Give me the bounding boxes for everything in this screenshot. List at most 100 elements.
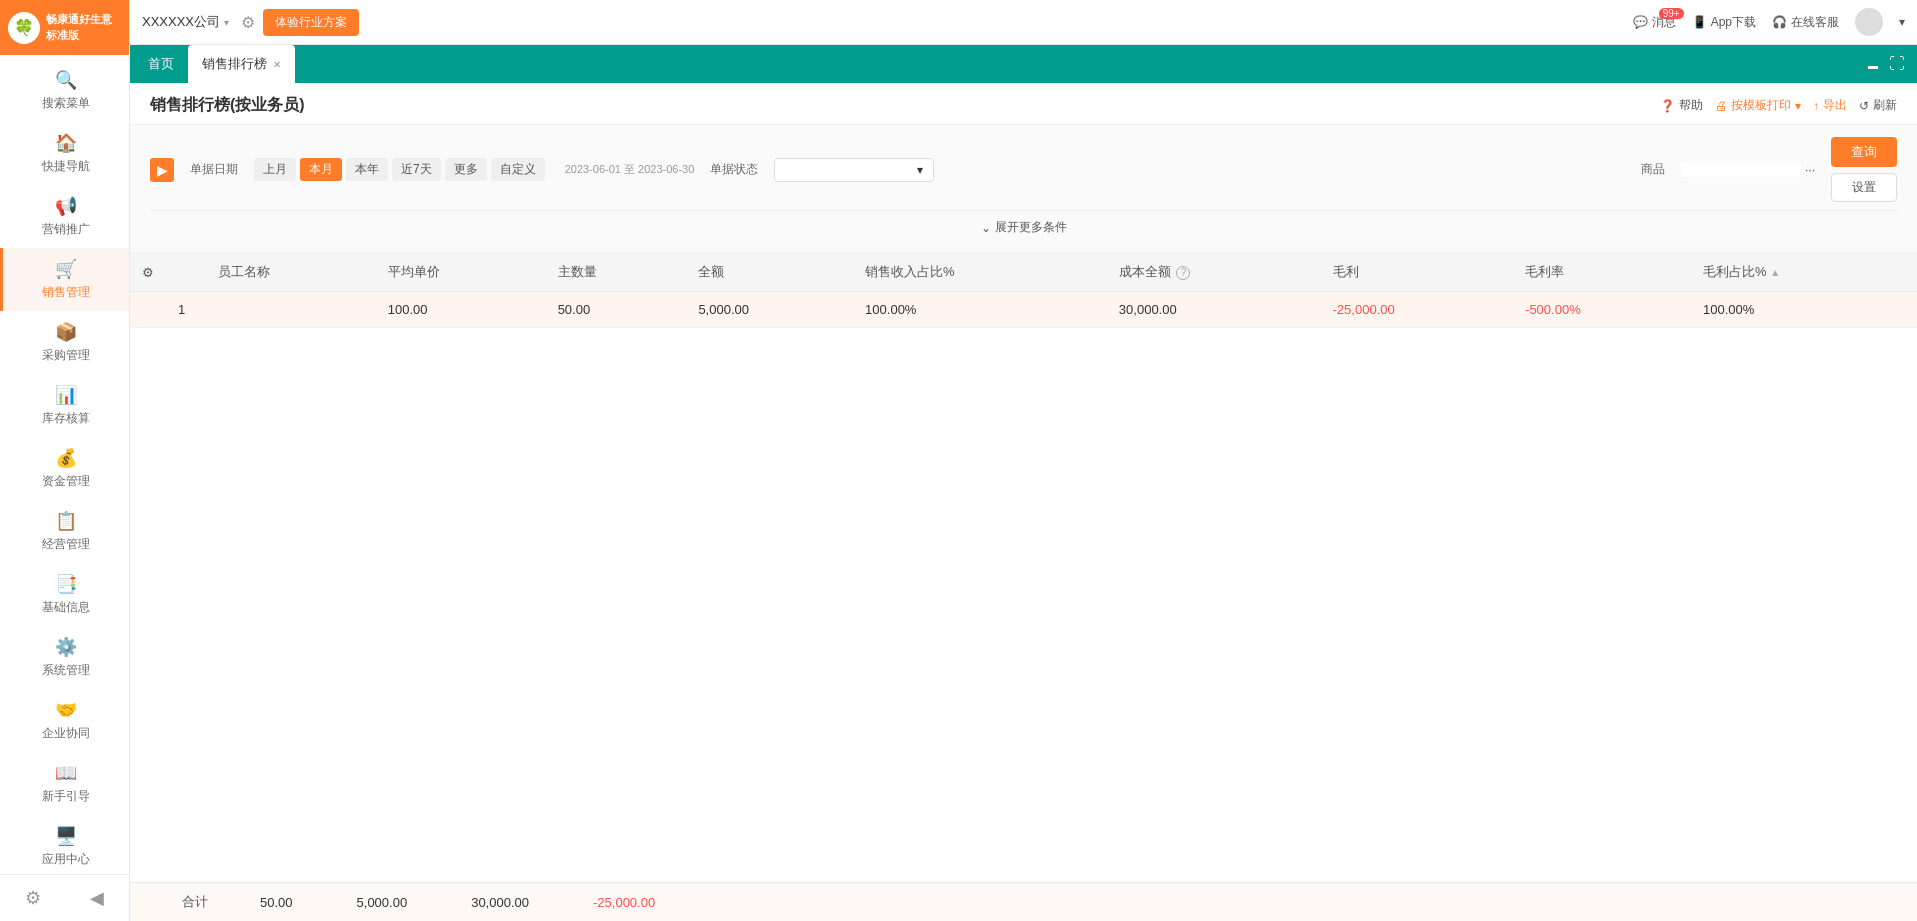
- basic-icon: 📑: [55, 573, 77, 595]
- collab-icon: 🤝: [55, 699, 77, 721]
- export-icon: ↑: [1813, 99, 1819, 113]
- export-button[interactable]: ↑ 导出: [1813, 97, 1847, 114]
- row-rank: 1: [166, 292, 206, 328]
- date-btn-this-month[interactable]: 本月: [300, 158, 342, 181]
- date-btn-7days[interactable]: 近7天: [392, 158, 441, 181]
- row-amount: 5,000.00: [686, 292, 853, 328]
- col-amount: 全额: [686, 253, 853, 292]
- row-gross-profit: -25,000.00: [1321, 292, 1514, 328]
- row-gross-margin: -500.00%: [1513, 292, 1691, 328]
- sidebar-label: 基础信息: [42, 599, 90, 616]
- chevron-down-icon: ▾: [224, 17, 229, 28]
- avatar[interactable]: [1855, 8, 1883, 36]
- message-icon: 💬: [1633, 15, 1648, 29]
- sidebar-label: 企业协同: [42, 725, 90, 742]
- sidebar-item-sales[interactable]: 🛒销售管理: [0, 248, 129, 311]
- message-button[interactable]: 💬 99+ 消息: [1633, 14, 1676, 31]
- sidebar-label: 资金管理: [42, 473, 90, 490]
- app-logo: 🍀 畅康通好生意 标准版: [0, 0, 129, 55]
- col-gross-margin: 毛利率: [1513, 253, 1691, 292]
- date-btn-more[interactable]: 更多: [445, 158, 487, 181]
- sidebar-item-search[interactable]: 🔍 搜索菜单: [0, 59, 129, 122]
- app-download-button[interactable]: 📱 App下载: [1692, 14, 1756, 31]
- settings-bottom-icon[interactable]: ⚙: [21, 883, 45, 913]
- page-actions: ❓ 帮助 🖨 按模板打印 ▾ ↑ 导出 ↺ 刷新: [1660, 97, 1897, 114]
- sidebar-item-system[interactable]: ⚙️系统管理: [0, 626, 129, 689]
- row-sales-ratio: 100.00%: [853, 292, 1107, 328]
- sidebar-item-finance[interactable]: 💰资金管理: [0, 437, 129, 500]
- date-btn-this-year[interactable]: 本年: [346, 158, 388, 181]
- collapse-icon[interactable]: ◀: [86, 883, 108, 913]
- filter-direction-button[interactable]: ▶: [150, 158, 174, 182]
- sales-ranking-tab-label: 销售排行榜: [202, 55, 267, 73]
- help-button[interactable]: ❓ 帮助: [1660, 97, 1703, 114]
- search-icon: 🔍: [55, 69, 77, 91]
- settings-button[interactable]: 设置: [1831, 173, 1897, 202]
- query-button[interactable]: 查询: [1831, 137, 1897, 167]
- goods-filter: ···: [1681, 163, 1815, 177]
- table-footer: 合计 50.00 5,000.00 30,000.00 -25,000.00: [130, 882, 1917, 921]
- date-btn-last-month[interactable]: 上月: [254, 158, 296, 181]
- gear-icon[interactable]: ⚙: [241, 13, 255, 32]
- status-select-wrapper: ▾: [774, 158, 1625, 182]
- sort-icon[interactable]: ▲: [1770, 267, 1780, 278]
- col-quantity: 主数量: [546, 253, 687, 292]
- system-icon: ⚙️: [55, 636, 77, 658]
- experience-button[interactable]: 体验行业方案: [263, 9, 359, 36]
- sidebar-bottom: ⚙ ◀: [0, 874, 129, 921]
- table-row[interactable]: 1 100.00 50.00 5,000.00 100.00% 30,000.0…: [130, 292, 1917, 328]
- date-btn-custom[interactable]: 自定义: [491, 158, 545, 181]
- page-title: 销售排行榜(按业务员): [150, 95, 305, 116]
- header-right: 💬 99+ 消息 📱 App下载 🎧 在线客服 ▾: [1633, 8, 1905, 36]
- expand-button[interactable]: ⌄ 展开更多条件: [969, 215, 1079, 240]
- company-selector[interactable]: XXXXXX公司 ▾: [142, 13, 229, 31]
- col-employee-name: 员工名称: [206, 253, 376, 292]
- sidebar-item-apps[interactable]: 🖥️ 应用中心: [0, 815, 129, 874]
- main-area: XXXXXX公司 ▾ ⚙ 体验行业方案 💬 99+ 消息 📱 App下载 🎧 在…: [130, 0, 1917, 921]
- sidebar-label: 经营管理: [42, 536, 90, 553]
- refresh-icon: ↺: [1859, 99, 1869, 113]
- goods-input[interactable]: [1681, 163, 1801, 177]
- minimize-icon[interactable]: 🗕: [1865, 55, 1881, 73]
- sidebar-item-inventory[interactable]: 📊库存核算: [0, 374, 129, 437]
- tab-sales-ranking[interactable]: 销售排行榜 ✕: [188, 45, 295, 83]
- sidebar-label: 搜索菜单: [42, 95, 90, 112]
- top-header: XXXXXX公司 ▾ ⚙ 体验行业方案 💬 99+ 消息 📱 App下载 🎧 在…: [130, 0, 1917, 45]
- goods-more-icon[interactable]: ···: [1805, 163, 1815, 177]
- sidebar-item-basic[interactable]: 📑 基础信息: [0, 563, 129, 626]
- logo-icon: 🍀: [8, 12, 40, 44]
- footer-amount: 5,000.00: [345, 895, 420, 910]
- col-settings[interactable]: ⚙: [130, 253, 166, 292]
- sidebar-item-marketing[interactable]: 📢营销推广: [0, 185, 129, 248]
- tab-bar-actions: 🗕 ⛶: [1865, 55, 1913, 73]
- operations-icon: 📋: [55, 510, 77, 532]
- row-avg-price: 100.00: [376, 292, 546, 328]
- footer-quantity: 50.00: [248, 895, 305, 910]
- sidebar-item-collab[interactable]: 🤝 企业协同: [0, 689, 129, 752]
- template-print-button[interactable]: 🖨 按模板打印 ▾: [1715, 97, 1801, 114]
- app-download-icon: 📱: [1692, 15, 1707, 29]
- username[interactable]: ▾: [1899, 15, 1905, 29]
- refresh-button[interactable]: ↺ 刷新: [1859, 97, 1897, 114]
- footer-label: 合计: [142, 893, 208, 911]
- sidebar-item-operations[interactable]: 📋 经营管理: [0, 500, 129, 563]
- purchase-icon: 📦: [55, 321, 77, 343]
- filter-buttons: 查询 设置: [1831, 137, 1897, 202]
- sidebar-label: 应用中心: [42, 851, 90, 868]
- tab-home[interactable]: 首页: [134, 45, 188, 83]
- maximize-icon[interactable]: ⛶: [1889, 55, 1905, 73]
- date-filters: 上月 本月 本年 近7天 更多 自定义: [254, 158, 545, 181]
- sidebar-item-guide[interactable]: 📖 新手引导: [0, 752, 129, 815]
- message-badge: 99+: [1659, 8, 1684, 19]
- help-icon: ❓: [1660, 99, 1675, 113]
- sidebar-item-purchase[interactable]: 📦采购管理: [0, 311, 129, 374]
- sidebar-item-quick-nav[interactable]: 🏠快捷导航: [0, 122, 129, 185]
- table-header-row: ⚙ 员工名称 平均单价 主数量 全额 销售收入占比% 成本全额 ? 毛利 毛利率…: [130, 253, 1917, 292]
- guide-icon: 📖: [55, 762, 77, 784]
- apps-icon: 🖥️: [55, 825, 77, 847]
- status-select[interactable]: ▾: [774, 158, 934, 182]
- close-icon[interactable]: ✕: [273, 59, 281, 70]
- sidebar-label: 新手引导: [42, 788, 90, 805]
- sidebar-label: 库存核算: [42, 410, 90, 427]
- online-service-button[interactable]: 🎧 在线客服: [1772, 14, 1839, 31]
